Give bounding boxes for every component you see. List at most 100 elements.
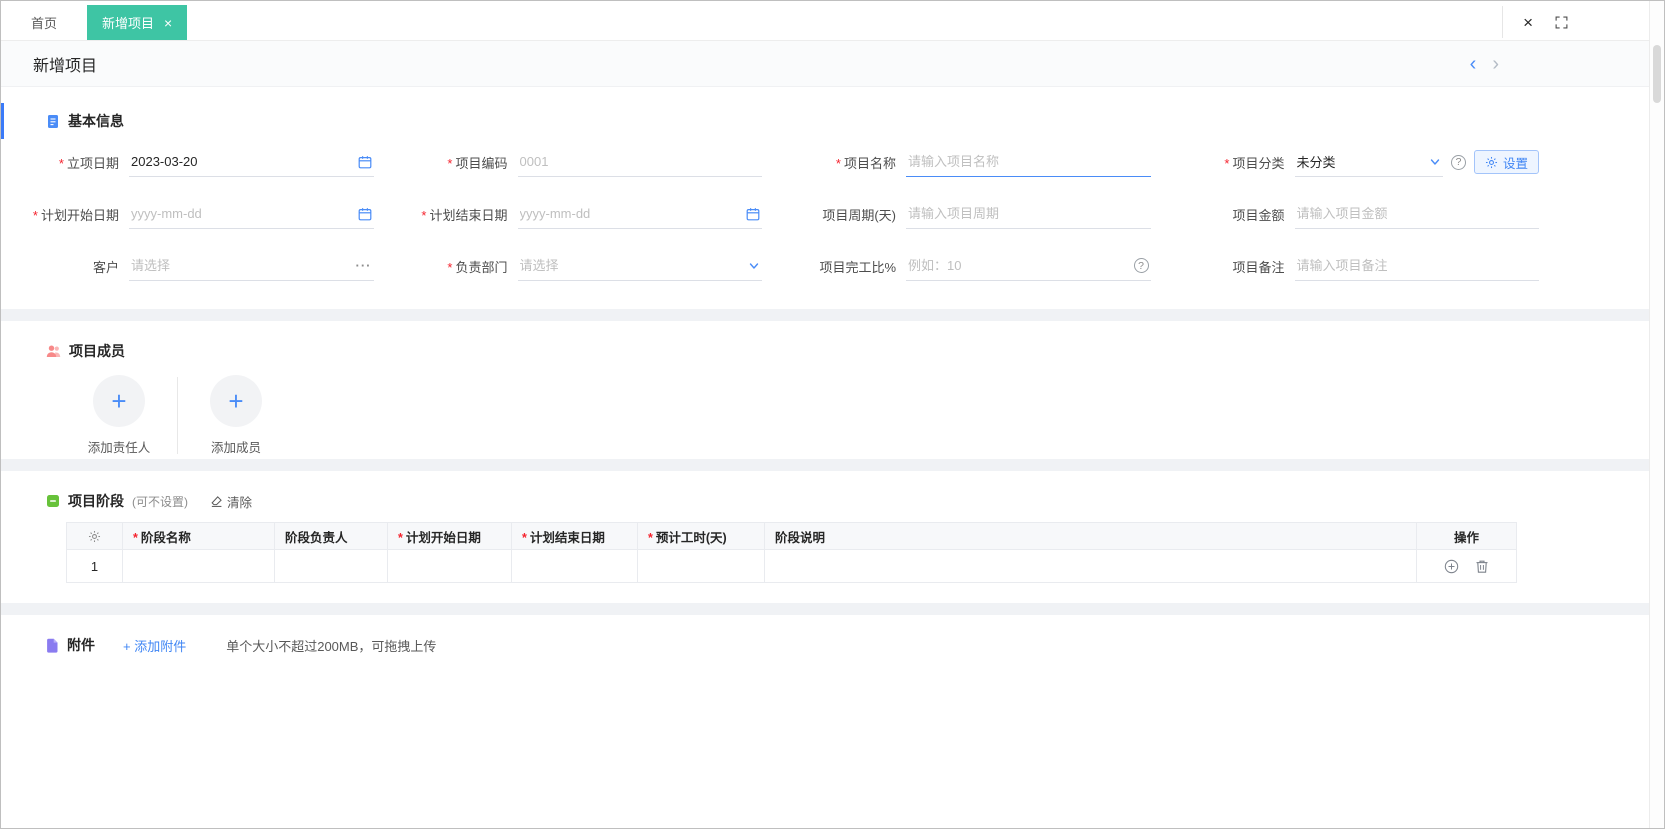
help-icon[interactable]: ? xyxy=(1133,258,1149,273)
column-header-actions: 操作 xyxy=(1416,522,1517,550)
prev-icon[interactable]: ‹ xyxy=(1470,54,1477,74)
delete-row-icon[interactable] xyxy=(1475,559,1489,574)
category-settings-button[interactable]: 设置 xyxy=(1473,150,1539,174)
phase-actions-cell xyxy=(1416,549,1517,583)
required-asterisk: * xyxy=(835,155,841,171)
left-scroll-indicator xyxy=(1,103,4,139)
chevron-down-icon[interactable] xyxy=(1429,156,1441,168)
section-title-attachments: 附件 xyxy=(67,637,95,653)
plan-end-date-input[interactable] xyxy=(519,206,740,221)
field-label-text: 项目金额 xyxy=(1232,207,1285,223)
project-code-label: * 项目编码 xyxy=(404,153,507,172)
project-category-select[interactable] xyxy=(1294,147,1443,177)
phase-hours-cell[interactable] xyxy=(637,549,765,583)
clear-label: 清除 xyxy=(227,495,253,510)
field-project-cycle: 项目周期(天) xyxy=(792,199,1151,229)
project-remark-label: 项目备注 xyxy=(1181,257,1284,276)
project-cycle-label: 项目周期(天) xyxy=(792,205,896,224)
calendar-icon[interactable] xyxy=(358,207,372,221)
completion-percent-control: ? xyxy=(906,251,1151,281)
field-plan-start-date: * 计划开始日期 xyxy=(15,199,374,229)
ellipsis-icon[interactable]: ··· xyxy=(356,258,372,273)
field-label-text: 项目完工比% xyxy=(819,259,896,275)
document-icon xyxy=(46,114,60,129)
calendar-icon[interactable] xyxy=(746,207,760,221)
column-header-text: 阶段说明 xyxy=(775,530,826,545)
project-date-label: * 立项日期 xyxy=(15,153,119,172)
add-row-icon[interactable] xyxy=(1444,559,1459,574)
plan-start-date-label: * 计划开始日期 xyxy=(15,205,119,224)
scrollbar-track[interactable] xyxy=(1649,1,1664,828)
add-member-button[interactable]: + 添加成员 xyxy=(190,375,282,456)
project-cycle-input[interactable] xyxy=(908,206,1149,221)
help-icon[interactable]: ? xyxy=(1450,154,1466,170)
phase-description-cell[interactable] xyxy=(764,549,1417,583)
add-owner-button[interactable]: + 添加责任人 xyxy=(73,375,165,456)
settings-button-label: 设置 xyxy=(1502,156,1528,171)
calendar-icon[interactable] xyxy=(358,155,372,169)
add-attachment-button[interactable]: + 添加附件 xyxy=(123,636,186,655)
plus-icon[interactable]: + xyxy=(210,375,262,427)
page-header: 新增项目 ‹ › xyxy=(1,41,1649,87)
phase-start-date-cell[interactable] xyxy=(387,549,512,583)
tab-new-project-label: 新增项目 xyxy=(102,16,155,31)
project-name-label: * 项目名称 xyxy=(792,153,896,172)
phase-row: 1 xyxy=(66,549,1517,583)
customer-input[interactable] xyxy=(131,258,350,273)
field-label-text: 计划开始日期 xyxy=(40,207,119,223)
phase-name-cell[interactable] xyxy=(122,549,275,583)
project-category-input[interactable] xyxy=(1296,154,1423,169)
column-header-estimated-hours: * 预计工时(天) xyxy=(637,522,765,550)
tab-home-label: 首页 xyxy=(31,16,58,31)
column-settings-header[interactable] xyxy=(66,522,123,550)
field-project-remark: 项目备注 xyxy=(1181,251,1539,281)
field-project-amount: 项目金额 xyxy=(1181,199,1539,229)
tab-close-icon[interactable]: × xyxy=(164,16,172,30)
tab-home[interactable]: 首页 xyxy=(13,5,75,40)
department-input[interactable] xyxy=(519,258,742,273)
field-label-text: 负责部门 xyxy=(455,259,508,275)
plan-end-date-label: * 计划结束日期 xyxy=(404,205,507,224)
plan-end-date-control xyxy=(517,199,762,229)
customer-label: 客户 xyxy=(15,257,119,276)
clear-phases-button[interactable]: 清除 xyxy=(210,492,252,511)
completion-percent-label: 项目完工比% xyxy=(792,257,896,276)
plus-icon[interactable]: + xyxy=(93,375,145,427)
project-date-input[interactable] xyxy=(131,154,352,169)
window-close-icon[interactable]: × xyxy=(1523,14,1533,31)
box-icon xyxy=(46,494,60,508)
plan-start-date-input[interactable] xyxy=(131,206,352,221)
project-amount-input[interactable] xyxy=(1296,206,1537,221)
required-asterisk: * xyxy=(421,207,427,223)
add-member-label: 添加成员 xyxy=(210,441,261,455)
page-title: 新增项目 xyxy=(33,57,98,75)
eraser-icon xyxy=(210,495,223,508)
project-code-input[interactable] xyxy=(519,154,760,169)
phase-owner-cell[interactable] xyxy=(274,549,388,583)
fullscreen-icon[interactable] xyxy=(1555,16,1568,29)
customer-picker[interactable]: ··· xyxy=(129,251,374,281)
phase-end-date-cell[interactable] xyxy=(511,549,638,583)
column-header-phase-owner: 阶段负责人 xyxy=(274,522,388,550)
project-name-input[interactable] xyxy=(908,154,1149,169)
app-window: 首页 新增项目 × × 新增项目 ‹ › 基本信息 * 立项日期 2023-03… xyxy=(0,0,1665,829)
project-cycle-control xyxy=(906,199,1151,229)
attachments-header: 附件 + 添加附件 单个大小不超过200MB，可拖拽上传 xyxy=(1,635,1649,655)
chevron-down-icon[interactable] xyxy=(748,260,760,272)
project-code-control xyxy=(517,147,762,177)
next-icon[interactable]: › xyxy=(1492,54,1499,74)
column-header-text: 计划开始日期 xyxy=(405,530,481,545)
field-project-date: * 立项日期 xyxy=(15,147,374,177)
scrollbar-thumb[interactable] xyxy=(1653,45,1661,103)
completion-percent-input[interactable] xyxy=(908,258,1128,273)
department-select[interactable] xyxy=(517,251,762,281)
required-asterisk: * xyxy=(398,530,403,545)
phases-section: 项目阶段 (可不设置) 清除 * 阶段名称 阶段负责人 * 计划开始日期 * 计… xyxy=(1,471,1649,603)
tab-new-project[interactable]: 新增项目 × xyxy=(87,5,188,40)
project-remark-input[interactable] xyxy=(1296,258,1537,273)
column-header-description: 阶段说明 xyxy=(764,522,1417,550)
page-content: 基本信息 *立项日期 *项目编码 xyxy=(1,87,1649,828)
basic-info-section: 基本信息 *立项日期 *项目编码 xyxy=(1,87,1649,309)
phases-table-header-row: * 阶段名称 阶段负责人 * 计划开始日期 * 计划结束日期 * 预计工时(天) 阶段说… xyxy=(66,522,1517,550)
field-label-text: 立项日期 xyxy=(66,155,119,171)
